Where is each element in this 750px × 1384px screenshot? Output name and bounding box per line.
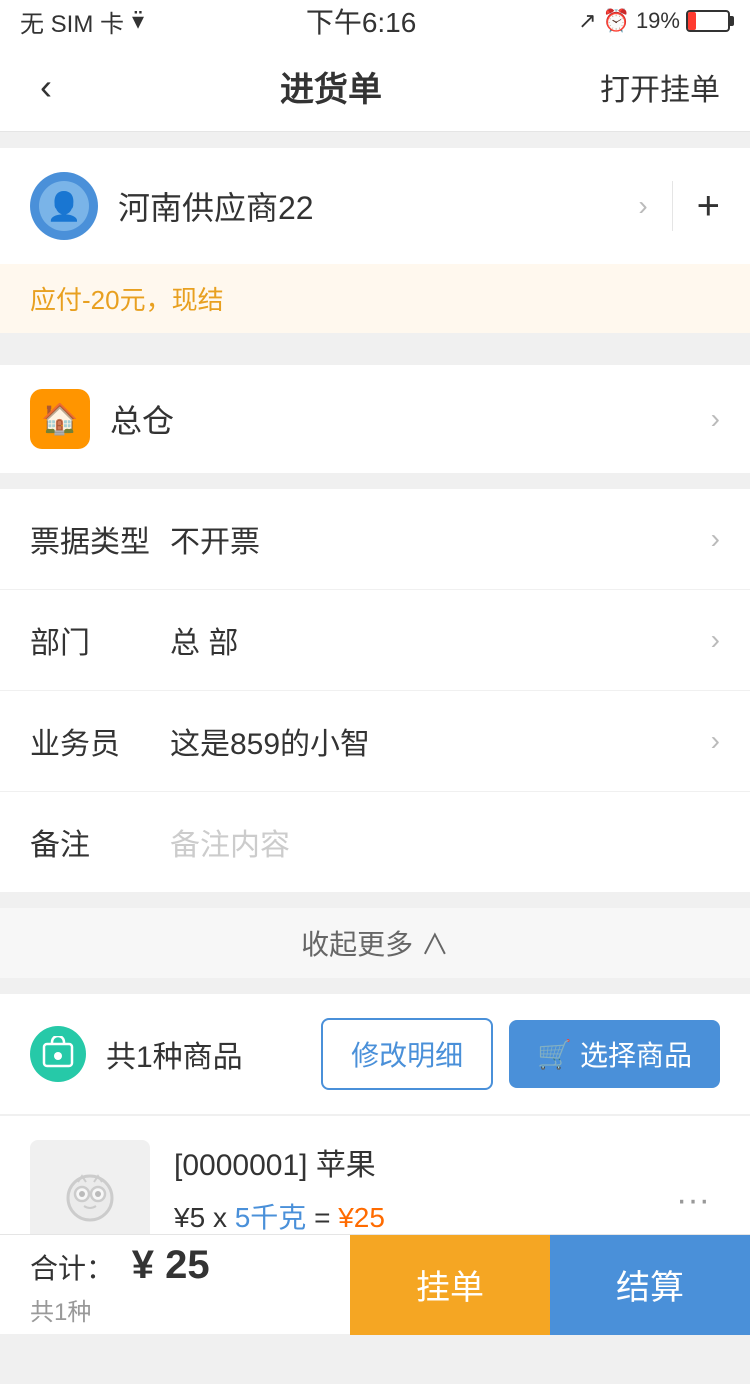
supplier-avatar-inner: 👤 (39, 181, 89, 231)
bottom-bar: 合计： ¥ 25 共1种 挂单 结算 (0, 1234, 750, 1334)
alarm-icon: ⏰ (603, 8, 630, 34)
product-info: [0000001] 苹果 ¥5 x 5千克 = ¥25 (174, 1140, 666, 1236)
total-section: 合计： ¥ 25 共1种 (0, 1243, 350, 1327)
add-supplier-button[interactable]: + (697, 184, 720, 229)
divider-2 (0, 333, 750, 349)
warehouse-chevron-icon: › (711, 403, 720, 435)
time-display: 下午6:16 (306, 1, 417, 41)
invoice-chevron-icon: › (711, 523, 720, 555)
supplier-divider (672, 181, 673, 231)
salesperson-chevron-icon: › (711, 725, 720, 757)
notice-banner: 应付-20元，现结 (0, 264, 750, 333)
department-value: 总 部 (150, 618, 711, 662)
select-product-label: 选择商品 (580, 1034, 692, 1074)
product-total: ¥25 (338, 1202, 385, 1233)
cart-icon: 🛒 (537, 1038, 572, 1071)
product-count-text: 共1种商品 (106, 1032, 321, 1076)
supplier-name[interactable]: 河南供应商22 (118, 183, 638, 229)
warehouse-section[interactable]: 🏠 总仓 › (0, 365, 750, 473)
form-row-invoice[interactable]: 票据类型 不开票 › (0, 489, 750, 590)
product-quantity: 5千克 (235, 1202, 307, 1233)
form-row-department[interactable]: 部门 总 部 › (0, 590, 750, 691)
battery-icon (686, 10, 730, 32)
product-name: [0000001] 苹果 (174, 1140, 666, 1184)
product-header: 共1种商品 修改明细 🛒 选择商品 (0, 994, 750, 1114)
page-title: 进货单 (280, 62, 382, 111)
status-bar: 无 SIM 卡 ▾̈ 下午6:16 ↗ ⏰ 19% (0, 0, 750, 42)
select-product-button[interactable]: 🛒 选择商品 (509, 1020, 720, 1088)
supplier-avatar: 👤 (30, 172, 98, 240)
edit-detail-button[interactable]: 修改明细 (321, 1018, 493, 1090)
total-amount: ¥ 25 (132, 1243, 210, 1287)
location-icon: ↗ (578, 8, 596, 34)
department-label: 部门 (30, 618, 150, 662)
back-button[interactable]: ‹ (30, 56, 62, 118)
warehouse-icon: 🏠 (30, 389, 90, 449)
remark-placeholder: 备注内容 (150, 820, 720, 864)
product-count-icon (30, 1026, 86, 1082)
total-count: 共1种 (30, 1292, 320, 1327)
open-pending-button[interactable]: 打开挂单 (600, 65, 720, 109)
status-left: 无 SIM 卡 ▾̈ (20, 4, 144, 39)
supplier-chevron-icon: › (638, 190, 647, 222)
form-row-salesperson[interactable]: 业务员 这是859的小智 › (0, 691, 750, 792)
form-row-remark[interactable]: 备注 备注内容 (0, 792, 750, 892)
invoice-label: 票据类型 (30, 517, 150, 561)
product-code: [0000001] (174, 1149, 307, 1182)
nav-bar: ‹ 进货单 打开挂单 (0, 42, 750, 132)
product-more-button[interactable]: ··· (666, 1171, 720, 1230)
salesperson-label: 业务员 (30, 719, 150, 763)
divider-1 (0, 132, 750, 148)
form-section: 票据类型 不开票 › 部门 总 部 › 业务员 这是859的小智 › 备注 备注… (0, 489, 750, 892)
product-price: ¥5 x 5千克 = ¥25 (174, 1196, 666, 1236)
invoice-value: 不开票 (150, 517, 711, 561)
wifi-icon: ▾̈ (132, 7, 144, 36)
total-label: 合计： (30, 1253, 114, 1284)
status-right: ↗ ⏰ 19% (578, 8, 730, 34)
collapse-button[interactable]: 收起更多 ∧ (0, 908, 750, 978)
department-chevron-icon: › (711, 624, 720, 656)
warehouse-name: 总仓 (110, 396, 711, 442)
supplier-section: 👤 河南供应商22 › + (0, 148, 750, 264)
battery-percent: 19% (636, 8, 680, 34)
remark-label: 备注 (30, 820, 150, 864)
product-title: 苹果 (316, 1149, 376, 1182)
carrier-text: 无 SIM 卡 (20, 4, 124, 39)
salesperson-value: 这是859的小智 (150, 719, 711, 763)
checkout-button[interactable]: 结算 (550, 1235, 750, 1335)
product-unit-price: ¥5 (174, 1202, 205, 1233)
pending-button[interactable]: 挂单 (350, 1235, 550, 1335)
